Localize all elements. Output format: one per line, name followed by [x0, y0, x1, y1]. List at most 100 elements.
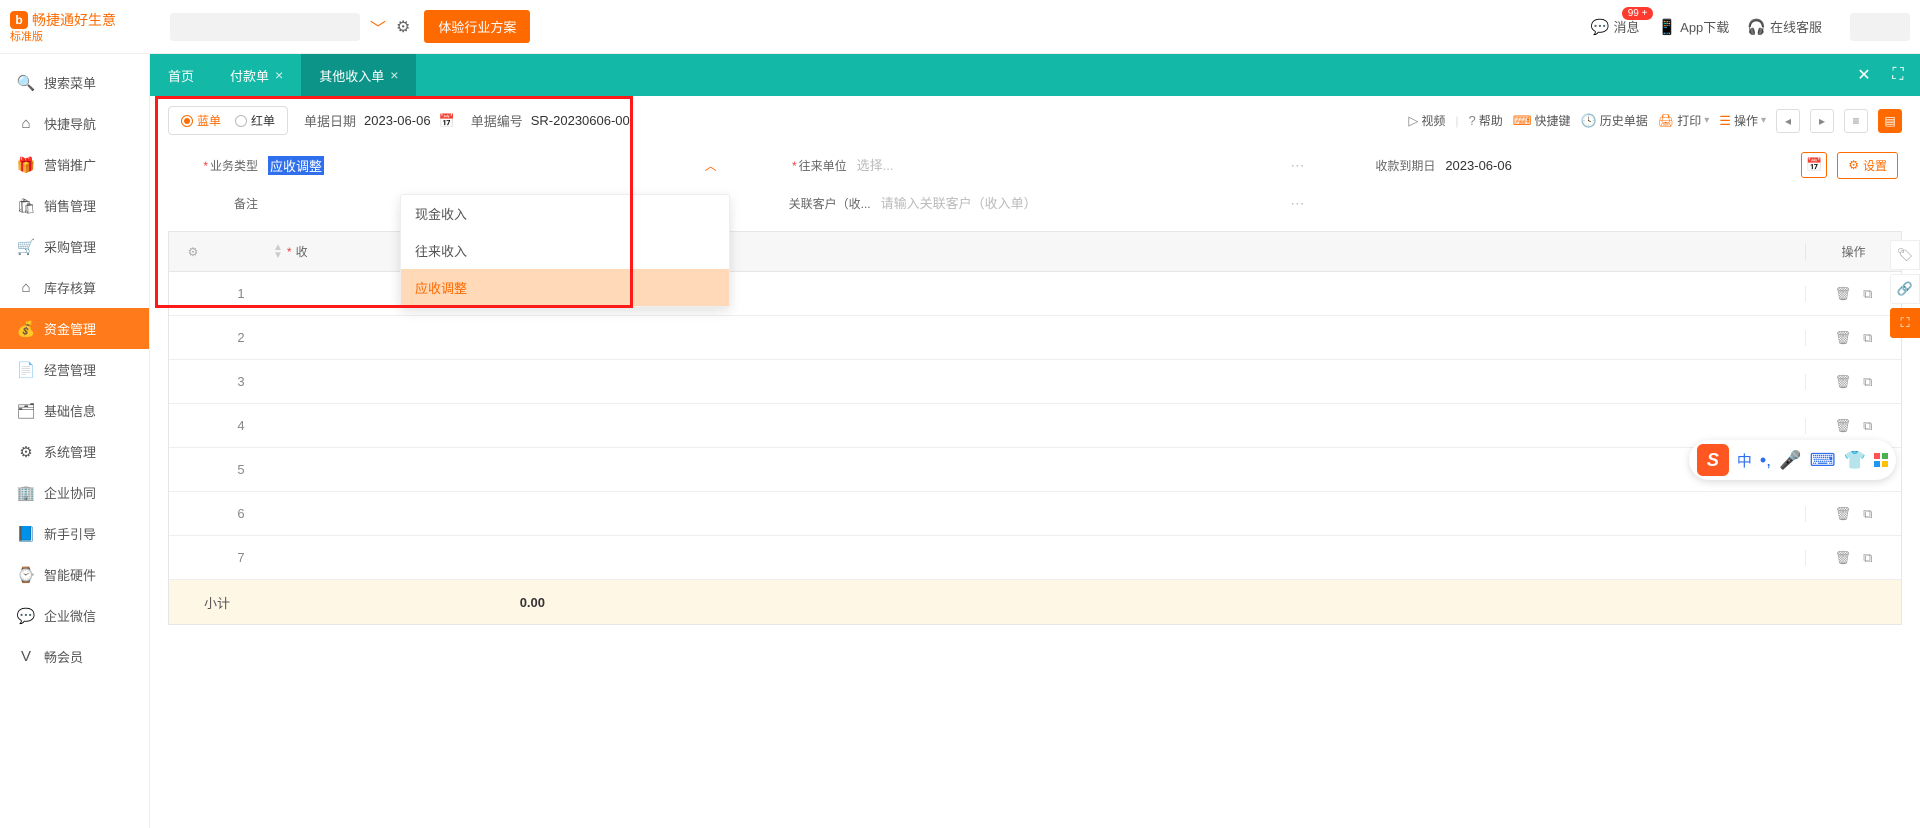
view-list-button[interactable]: ≡ — [1844, 109, 1868, 133]
close-icon[interactable]: × — [275, 67, 283, 83]
print-action[interactable]: 🖨打印▾ — [1658, 112, 1710, 129]
sidebar-item-11[interactable]: 📘新手引导 — [0, 513, 149, 554]
sidebar: 🔍搜索菜单⌂快捷导航🎁营销推广🛍销售管理🛒采购管理 ⌂ 库存核算 💰资金管理📄经营管理… — [0, 54, 150, 828]
delete-icon[interactable]: 🗑 — [1835, 418, 1852, 434]
doc-date-value[interactable]: 2023-06-06 — [364, 113, 431, 128]
sidebar-item-label: 库存核算 — [44, 278, 96, 297]
view-detail-button[interactable]: ▤ — [1878, 109, 1902, 133]
ime-keyboard-icon[interactable]: ⌨ — [1810, 450, 1836, 471]
row-index: 1 — [217, 286, 265, 301]
delete-icon[interactable]: 🗑 — [1835, 506, 1852, 522]
delete-icon[interactable]: 🗑 — [1835, 374, 1852, 390]
rel-customer-input[interactable]: ⋯ — [881, 189, 1310, 217]
sidebar-item-7[interactable]: 📄经营管理 — [0, 349, 149, 390]
video-action[interactable]: ▷视频 — [1408, 112, 1445, 129]
biz-type-select[interactable]: 应收调整 ︿ — [268, 151, 721, 179]
ime-mic-icon[interactable]: 🎤 — [1779, 450, 1801, 471]
calendar-icon[interactable]: 📅 — [439, 113, 455, 129]
due-date-value[interactable] — [1445, 156, 1645, 175]
rel-customer-input-el[interactable] — [881, 194, 1310, 213]
copy-icon[interactable]: ⧉ — [1863, 550, 1872, 566]
brand-edition: 标准版 — [10, 28, 43, 44]
delete-icon[interactable]: 🗑 — [1835, 330, 1852, 346]
ime-punct-icon[interactable]: •, — [1760, 450, 1771, 471]
dropdown-option[interactable]: 往来收入 — [401, 232, 729, 269]
sidebar-item-6[interactable]: 💰资金管理 — [0, 308, 149, 349]
float-expand-icon[interactable]: ⛶ — [1890, 308, 1920, 338]
tab-0[interactable]: 首页 — [150, 54, 212, 96]
subtotal-value: 0.00 — [265, 595, 555, 610]
column-config-icon[interactable]: ⚙ — [169, 245, 217, 259]
sidebar-item-13[interactable]: 💬企业微信 — [0, 595, 149, 636]
delete-icon[interactable]: 🗑 — [1835, 550, 1852, 566]
sidebar-item-14[interactable]: V畅会员 — [0, 636, 149, 677]
sidebar-item-10[interactable]: 🏢企业协同 — [0, 472, 149, 513]
sidebar-item-0[interactable]: 🔍搜索菜单 — [0, 62, 149, 103]
tab-expand-icon[interactable]: ⛶ — [1884, 61, 1912, 89]
ime-lang[interactable]: 中 — [1737, 450, 1752, 471]
ellipsis-icon[interactable]: ⋯ — [1290, 157, 1305, 174]
float-link-icon[interactable]: 🔗 — [1890, 274, 1920, 304]
help-action[interactable]: ?帮助 — [1469, 112, 1503, 129]
sidebar-icon: 🏢 — [18, 485, 34, 501]
sidebar-item-label: 系统管理 — [44, 442, 96, 461]
history-action[interactable]: 🕓历史单据 — [1581, 112, 1648, 129]
messages-link[interactable]: 💬 消息 99 + — [1591, 17, 1640, 36]
tab-close-all-icon[interactable]: ✕ — [1850, 61, 1878, 89]
shortcut-action[interactable]: ⌨快捷键 — [1513, 112, 1571, 129]
nav-next-button[interactable]: ▸ — [1810, 109, 1834, 133]
table-row[interactable]: 3🗑⧉ — [169, 360, 1901, 404]
copy-icon[interactable]: ⧉ — [1863, 330, 1872, 346]
dropdown-option[interactable]: 应收调整 — [401, 269, 729, 306]
tabs-bar: 首页付款单×其他收入单× ✕ ⛶ — [150, 54, 1920, 96]
float-tag-icon[interactable]: 🏷 — [1890, 240, 1920, 270]
sidebar-item-12[interactable]: ⌚智能硬件 — [0, 554, 149, 595]
close-icon[interactable]: × — [390, 67, 398, 83]
sidebar-item-3[interactable]: 🛍销售管理 — [0, 185, 149, 226]
copy-icon[interactable]: ⧉ — [1863, 374, 1872, 390]
operations-action[interactable]: ☰操作▾ — [1719, 112, 1766, 129]
sidebar-item-1[interactable]: ⌂快捷导航 — [0, 103, 149, 144]
avatar[interactable] — [1850, 13, 1910, 41]
sidebar-icon: ⌂ — [18, 280, 34, 296]
row-index: 4 — [217, 418, 265, 433]
app-download-link[interactable]: 📱 App下载 — [1657, 17, 1729, 36]
sidebar-item-label: 采购管理 — [44, 237, 96, 256]
copy-icon[interactable]: ⧉ — [1863, 418, 1872, 434]
help-icon: ? — [1469, 113, 1476, 128]
due-date-input[interactable] — [1445, 151, 1645, 179]
delete-icon[interactable]: 🗑 — [1835, 286, 1852, 302]
content-area: 蓝单 红单 单据日期 2023-06-06 📅 单据编号 SR-20230606… — [150, 96, 1920, 828]
table-row[interactable]: 5🗑⧉ — [169, 448, 1901, 492]
settings-button[interactable]: ⚙设置 — [1837, 152, 1898, 179]
radio-red[interactable]: 红单 — [235, 112, 275, 129]
ime-skin-icon[interactable]: 👕 — [1844, 450, 1866, 471]
table-row[interactable]: 4 🗑 ⧉ — [169, 404, 1901, 448]
nav-prev-button[interactable]: ◂ — [1776, 109, 1800, 133]
table-row[interactable]: 2🗑⧉ — [169, 316, 1901, 360]
dropdown-option[interactable]: 现金收入 — [401, 195, 729, 232]
copy-icon[interactable]: ⧉ — [1863, 286, 1872, 302]
ellipsis-icon[interactable]: ⋯ — [1290, 195, 1305, 212]
try-industry-button[interactable]: 体验行业方案 — [424, 10, 530, 43]
customer-service-link[interactable]: 🎧 在线客服 — [1747, 17, 1822, 36]
doc-number-value: SR-20230606-00 — [531, 113, 630, 128]
ime-toolbox-icon[interactable] — [1874, 453, 1888, 467]
due-calendar-button[interactable]: 📅 — [1801, 152, 1827, 178]
radio-blue[interactable]: 蓝单 — [181, 112, 221, 129]
tab-2[interactable]: 其他收入单× — [301, 54, 416, 96]
sidebar-item-9[interactable]: ⚙系统管理 — [0, 431, 149, 472]
party-input-el[interactable] — [857, 156, 1310, 175]
table-row[interactable]: 6🗑⧉ — [169, 492, 1901, 536]
sidebar-item-4[interactable]: 🛒采购管理 — [0, 226, 149, 267]
table-row[interactable]: 7🗑⧉ — [169, 536, 1901, 580]
tab-1[interactable]: 付款单× — [212, 54, 301, 96]
copy-icon[interactable]: ⧉ — [1863, 506, 1872, 522]
org-selector[interactable]: ﹀ ⚙ — [170, 13, 410, 41]
party-input[interactable]: ⋯ — [857, 151, 1310, 179]
ime-logo-icon[interactable]: S — [1697, 444, 1729, 476]
sidebar-item-2[interactable]: 🎁营销推广 — [0, 144, 149, 185]
sidebar-item-5[interactable]: ⌂ 库存核算 — [0, 267, 149, 308]
gear-icon[interactable]: ⚙ — [396, 17, 410, 37]
sidebar-item-8[interactable]: 🗂基础信息 — [0, 390, 149, 431]
